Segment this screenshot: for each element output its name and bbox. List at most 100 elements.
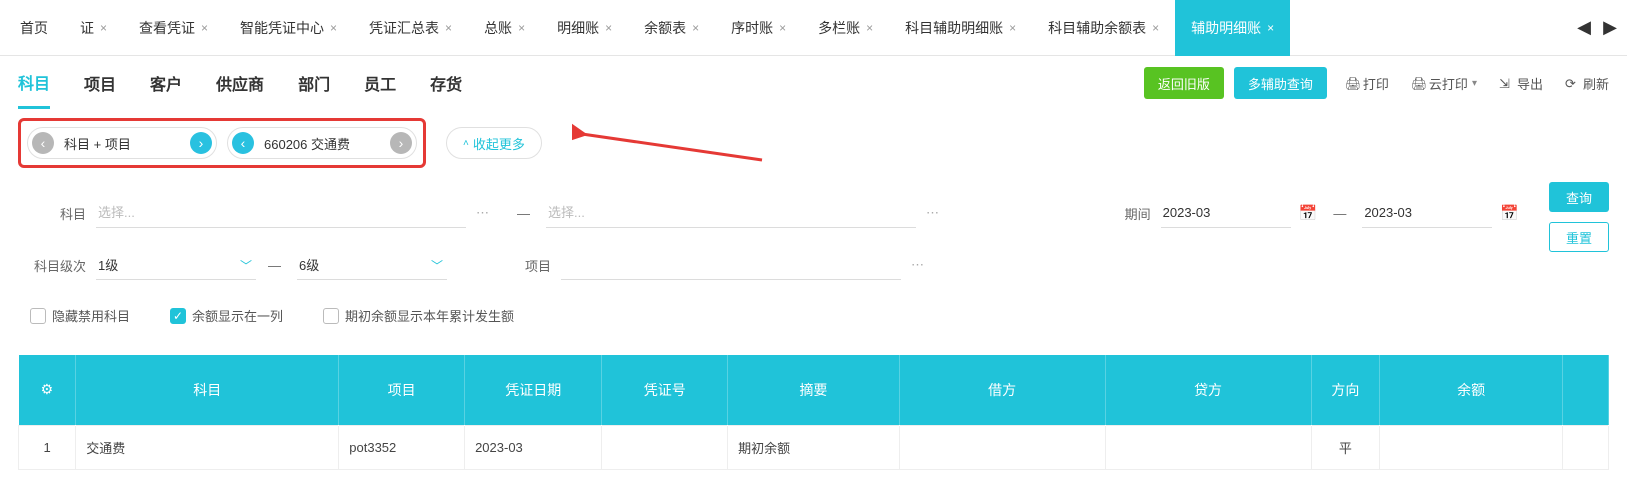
close-icon[interactable]: ×: [692, 21, 699, 35]
cloud-print-icon: 🖨: [1411, 76, 1425, 90]
period-label: 期间: [1113, 204, 1161, 223]
multi-query-button[interactable]: 多辅助查询: [1234, 67, 1327, 99]
column-header: 凭证号: [602, 355, 728, 425]
top-tab[interactable]: 序时账×: [715, 0, 802, 56]
dimension-tab[interactable]: 科目: [18, 58, 50, 109]
more-icon[interactable]: ⋯: [911, 257, 926, 273]
column-header: 凭证日期: [465, 355, 602, 425]
table-cell: pot3352: [339, 425, 465, 469]
dimension-tab[interactable]: 部门: [298, 59, 330, 107]
scroll-left-button[interactable]: ◀: [1571, 17, 1597, 38]
table-row[interactable]: 1交通费pot33522023-03期初余额平: [19, 425, 1609, 469]
refresh-icon: ⟳: [1565, 76, 1579, 90]
dimension-tab[interactable]: 客户: [150, 59, 182, 107]
combo-pill-label: 科目 + 项目: [54, 134, 190, 153]
query-button[interactable]: 查询: [1549, 182, 1609, 212]
collapse-more-button[interactable]: ˄ 收起更多: [446, 127, 542, 159]
scroll-right-button[interactable]: ▶: [1597, 17, 1623, 38]
chevron-left-icon[interactable]: ‹: [32, 132, 54, 154]
result-table: ⚙科目项目凭证日期凭证号摘要借方贷方方向余额 1交通费pot33522023-0…: [0, 355, 1627, 470]
top-tab[interactable]: 辅助明细账×: [1175, 0, 1290, 56]
old-version-button[interactable]: 返回旧版: [1144, 67, 1224, 99]
export-button[interactable]: ⇲ 导出: [1499, 74, 1543, 93]
table-cell: 交通费: [76, 425, 339, 469]
top-tab[interactable]: 余额表×: [628, 0, 715, 56]
table-cell: [1380, 425, 1563, 469]
highlight-box: ‹ 科目 + 项目 › ‹ 660206 交通费 ›: [18, 118, 426, 168]
hide-disabled-checkbox[interactable]: 隐藏禁用科目: [30, 306, 130, 325]
column-header: 项目: [339, 355, 465, 425]
calendar-icon[interactable]: 📅: [1299, 204, 1318, 222]
close-icon[interactable]: ×: [330, 21, 337, 35]
annotation-arrow: [572, 120, 772, 170]
close-icon[interactable]: ×: [100, 21, 107, 35]
reset-button[interactable]: 重置: [1549, 222, 1609, 252]
top-tab[interactable]: 科目辅助余额表×: [1032, 0, 1175, 56]
subject-from-select[interactable]: [96, 198, 466, 228]
pill-row: ‹ 科目 + 项目 › ‹ 660206 交通费 › ˄ 收起更多: [0, 110, 1627, 176]
subject-pill[interactable]: ‹ 660206 交通费 ›: [227, 127, 417, 159]
chevron-left-icon[interactable]: ‹: [232, 132, 254, 154]
close-icon[interactable]: ×: [866, 21, 873, 35]
table-cell: [899, 425, 1105, 469]
column-header: 摘要: [728, 355, 900, 425]
close-icon[interactable]: ×: [1009, 21, 1016, 35]
period-to-input[interactable]: [1362, 198, 1492, 228]
dimension-tab[interactable]: 存货: [430, 59, 462, 107]
subject-label: 科目: [18, 204, 96, 223]
cloud-print-button[interactable]: 🖨 云打印 ▾: [1411, 74, 1477, 93]
top-tab[interactable]: 证×: [64, 0, 123, 56]
close-icon[interactable]: ×: [1267, 21, 1274, 35]
table-cell: 平: [1311, 425, 1380, 469]
top-tab[interactable]: 多栏账×: [802, 0, 889, 56]
top-tab[interactable]: 科目辅助明细账×: [889, 0, 1032, 56]
dimension-tab[interactable]: 员工: [364, 59, 396, 107]
chevron-right-icon[interactable]: ›: [390, 132, 412, 154]
gear-icon[interactable]: ⚙: [19, 355, 76, 425]
table-cell: [1105, 425, 1311, 469]
more-icon[interactable]: ⋯: [476, 205, 491, 221]
close-icon[interactable]: ×: [518, 21, 525, 35]
subject-to-select[interactable]: [546, 198, 916, 228]
top-tab[interactable]: 智能凭证中心×: [224, 0, 353, 56]
project-select[interactable]: [561, 250, 901, 280]
column-header: 贷方: [1105, 355, 1311, 425]
close-icon[interactable]: ×: [201, 21, 208, 35]
column-header: [1563, 355, 1609, 425]
level-label: 科目级次: [18, 256, 96, 275]
export-icon: ⇲: [1499, 76, 1513, 90]
chevron-up-icon: ˄: [463, 138, 469, 149]
combo-pill[interactable]: ‹ 科目 + 项目 ›: [27, 127, 217, 159]
table-cell: [602, 425, 728, 469]
toolbar: 科目项目客户供应商部门员工存货 返回旧版 多辅助查询 🖨 打印 🖨 云打印 ▾ …: [0, 56, 1627, 110]
calendar-icon[interactable]: 📅: [1500, 204, 1519, 222]
more-icon[interactable]: ⋯: [926, 205, 941, 221]
subject-pill-label: 660206 交通费: [254, 134, 390, 153]
column-header: 方向: [1311, 355, 1380, 425]
project-label: 项目: [513, 256, 561, 275]
close-icon[interactable]: ×: [605, 21, 612, 35]
level-from-select[interactable]: [96, 250, 256, 280]
top-tab[interactable]: 查看凭证×: [123, 0, 224, 56]
dimension-tab[interactable]: 供应商: [216, 59, 264, 107]
dimension-tab[interactable]: 项目: [84, 59, 116, 107]
level-to-select[interactable]: [297, 250, 447, 280]
filter-panel: 科目 ⋯ — ⋯ 期间 📅 — 📅 科目级次 ﹀ — ﹀ 项目 ⋯ 查询 重置: [0, 176, 1627, 280]
top-tab[interactable]: 总账×: [468, 0, 541, 56]
period-from-input[interactable]: [1161, 198, 1291, 228]
close-icon[interactable]: ×: [1152, 21, 1159, 35]
top-tab[interactable]: 首页: [4, 0, 64, 56]
top-tab[interactable]: 凭证汇总表×: [353, 0, 468, 56]
print-button[interactable]: 🖨 打印: [1345, 74, 1389, 93]
table-cell: [1563, 425, 1609, 469]
close-icon[interactable]: ×: [445, 21, 452, 35]
printer-icon: 🖨: [1345, 76, 1359, 90]
close-icon[interactable]: ×: [779, 21, 786, 35]
top-tab[interactable]: 明细账×: [541, 0, 628, 56]
balance-one-col-checkbox[interactable]: ✓余额显示在一列: [170, 306, 283, 325]
opening-ytd-checkbox[interactable]: 期初余额显示本年累计发生额: [323, 306, 514, 325]
refresh-button[interactable]: ⟳ 刷新: [1565, 74, 1609, 93]
chevron-right-icon[interactable]: ›: [190, 132, 212, 154]
table-cell: 2023-03: [465, 425, 602, 469]
column-header: 科目: [76, 355, 339, 425]
